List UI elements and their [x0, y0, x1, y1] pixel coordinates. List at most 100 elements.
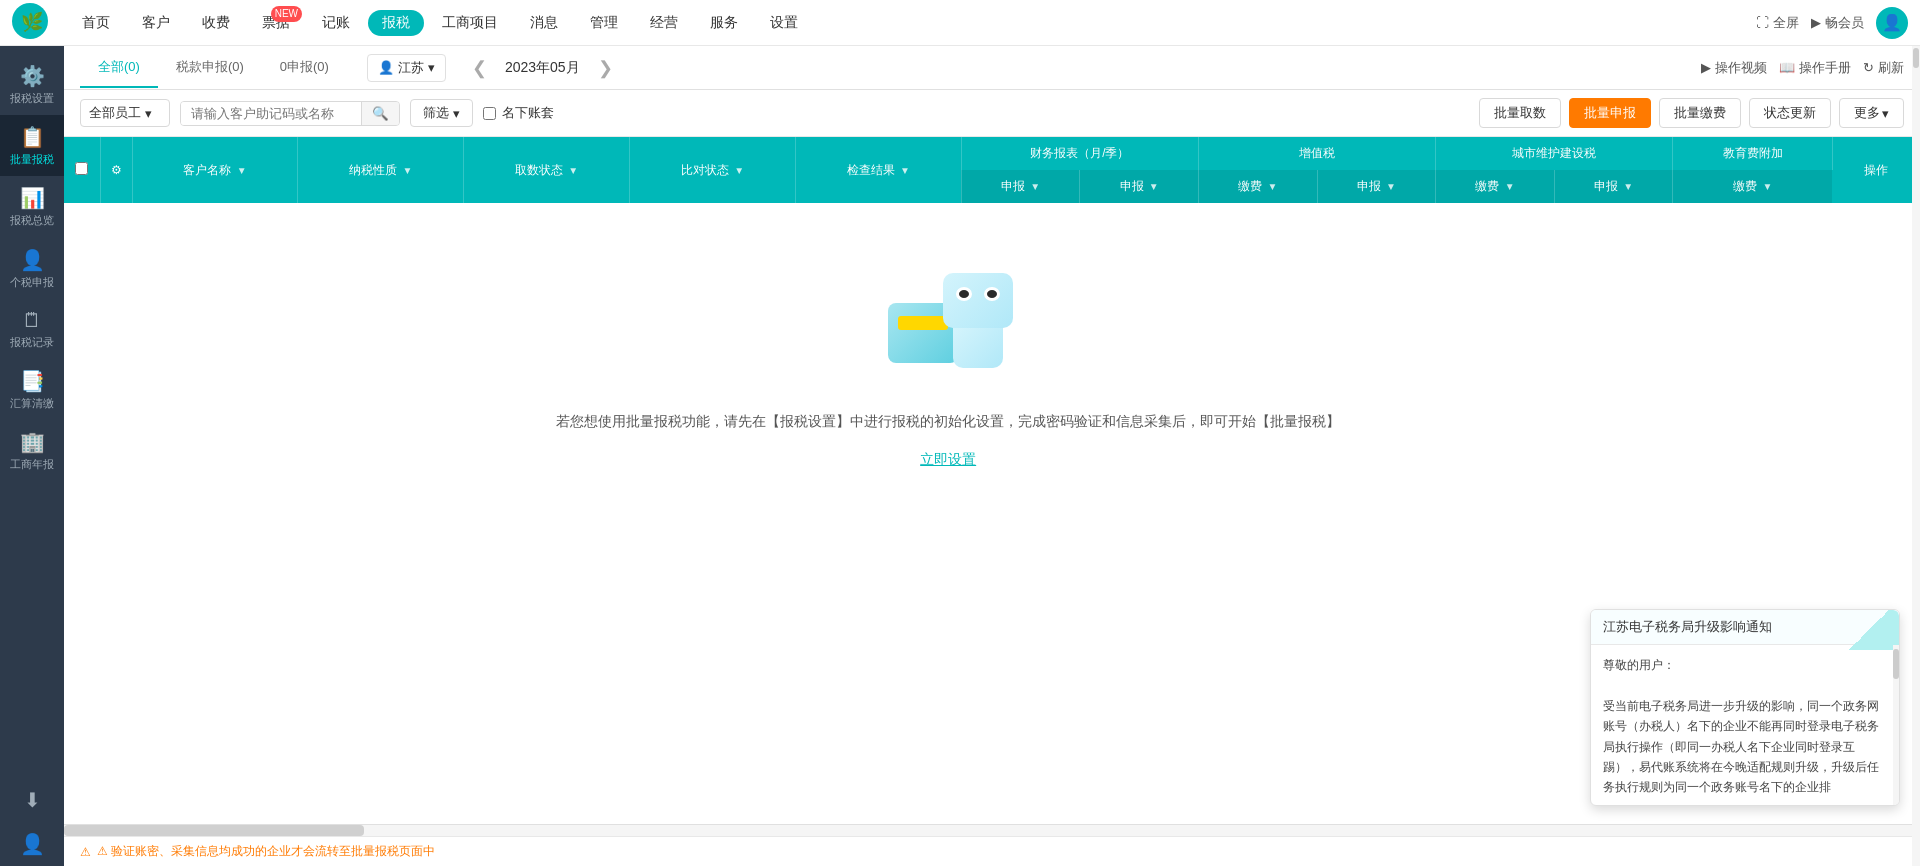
th-edu-declare: 申报 ▼ [1554, 170, 1673, 203]
fullscreen-button[interactable]: ⛶ 全屏 [1756, 14, 1799, 32]
horizontal-scrollbar[interactable] [64, 824, 1920, 836]
batch-declare-button[interactable]: 批量申报 [1569, 98, 1651, 128]
sidebar-item-batch-tax[interactable]: 📋 批量报税 [0, 115, 64, 176]
search-wrapper: 🔍 [180, 101, 400, 126]
nav-manage[interactable]: 管理 [576, 10, 632, 36]
th-fetch-status: 取数状态 ▼ [464, 137, 630, 203]
th-vat-pay: 缴费 ▼ [1198, 170, 1317, 203]
month-prev-arrow[interactable]: ❮ [466, 55, 493, 81]
th-settings: ⚙ [100, 137, 132, 203]
select-all-checkbox[interactable] [75, 162, 88, 175]
search-input[interactable] [181, 102, 361, 125]
operation-video-btn[interactable]: ▶ 操作视频 [1701, 59, 1767, 77]
book-icon: 📖 [1779, 60, 1795, 75]
nav-home[interactable]: 首页 [68, 10, 124, 36]
nav-customer[interactable]: 客户 [128, 10, 184, 36]
sort-icon: ▼ [1763, 181, 1773, 192]
sidebar-item-user[interactable]: 👤 [16, 822, 49, 866]
bottom-notification: ⚠ ⚠ 验证账密、采集信息均成功的企业才会流转至批量报税页面中 [64, 836, 1920, 866]
th-compare-status: 比对状态 ▼ [630, 137, 796, 203]
chevron-down-icon: ▾ [428, 60, 435, 75]
member-icon: ▶ [1811, 15, 1821, 30]
avatar[interactable]: 👤 [1876, 7, 1908, 39]
nav-bookkeeping[interactable]: 记账 [308, 10, 364, 36]
sort-icon: ▼ [568, 165, 578, 176]
sidebar-item-download[interactable]: ⬇ [16, 778, 49, 822]
th-fr-declare: 申报 ▼ [961, 170, 1080, 203]
toolbar: 全部员工 ▾ 🔍 筛选 ▾ 名下账套 批量取数 批量申报 批量缴费 状态更新 [64, 90, 1920, 137]
nav-fee[interactable]: 收费 [188, 10, 244, 36]
nav-operation[interactable]: 经营 [636, 10, 692, 36]
search-button[interactable]: 🔍 [361, 102, 399, 125]
user-icon: 👤 [20, 832, 45, 856]
notification-text: 尊敬的用户： 受当前电子税务局进一步升级的影响，同一个政务网账号（办税人）名下的… [1603, 655, 1881, 798]
status-update-button[interactable]: 状态更新 [1749, 98, 1831, 128]
nav-tax[interactable]: 报税 [368, 10, 424, 36]
tab-right-actions: ▶ 操作视频 📖 操作手册 ↻ 刷新 [1701, 59, 1904, 77]
th-operation: 操作 [1832, 137, 1920, 203]
nav-service[interactable]: 服务 [696, 10, 752, 36]
th-education-tax: 教育费附加 [1673, 137, 1832, 170]
batch-tax-icon: 📋 [20, 125, 45, 149]
sidebar-item-tax-records[interactable]: 🗒 报税记录 [0, 299, 64, 359]
batch-fetch-button[interactable]: 批量取数 [1479, 98, 1561, 128]
right-scroll-thumb [1913, 48, 1919, 68]
region-selector[interactable]: 👤 江苏 ▾ [367, 54, 446, 82]
batch-pay-button[interactable]: 批量缴费 [1659, 98, 1741, 128]
nav-business[interactable]: 工商项目 [428, 10, 512, 36]
th-customer-name: 客户名称 ▼ [132, 137, 298, 203]
filter-button[interactable]: 筛选 ▾ [410, 99, 473, 127]
month-next-arrow[interactable]: ❯ [592, 55, 619, 81]
notification-body: 尊敬的用户： 受当前电子税务局进一步升级的影响，同一个政务网账号（办税人）名下的… [1591, 645, 1893, 805]
sidebar-item-annual-report[interactable]: 🏢 工商年报 [0, 420, 64, 481]
nav-settings[interactable]: 设置 [756, 10, 812, 36]
member-button[interactable]: ▶ 畅会员 [1811, 14, 1864, 32]
tax-overview-icon: 📊 [20, 186, 45, 210]
new-badge: NEW [271, 6, 302, 22]
sort-icon: ▼ [1030, 181, 1040, 192]
nav-invoice[interactable]: 票据 NEW [248, 10, 304, 36]
settings-icon[interactable]: ⚙ [111, 163, 122, 177]
video-icon: ▶ [1701, 60, 1711, 75]
empty-hint-text: 若您想使用批量报税功能，请先在【报税设置】中进行报税的初始化设置，完成密码验证和… [556, 413, 1340, 431]
empty-state: 若您想使用批量报税功能，请先在【报税设置】中进行报税的初始化设置，完成密码验证和… [64, 203, 1832, 529]
corner-decoration [1839, 610, 1899, 650]
refresh-btn[interactable]: ↻ 刷新 [1863, 59, 1904, 77]
svg-text:🌿: 🌿 [21, 11, 44, 33]
right-scrollbar[interactable] [1912, 46, 1920, 866]
top-navigation: 🌿 首页 客户 收费 票据 NEW 记账 报税 工商项目 消息 管理 经营 服务… [0, 0, 1920, 46]
th-tax-nature: 纳税性质 ▼ [298, 137, 464, 203]
tab-tax-declare[interactable]: 税款申报(0) [158, 48, 262, 88]
chevron-down-icon: ▾ [453, 106, 460, 121]
sort-icon: ▼ [1149, 181, 1159, 192]
account-checkbox-label[interactable]: 名下账套 [483, 104, 554, 122]
operation-manual-btn[interactable]: 📖 操作手册 [1779, 59, 1851, 77]
tab-all[interactable]: 全部(0) [80, 48, 158, 88]
sort-icon: ▼ [237, 165, 247, 176]
region-icon: 👤 [378, 60, 394, 75]
sidebar-item-tax-settings[interactable]: ⚙️ 报税设置 [0, 54, 64, 115]
account-checkbox[interactable] [483, 107, 496, 120]
th-financial-report: 财务报表（月/季） [961, 137, 1198, 170]
tab-bar: 全部(0) 税款申报(0) 0申报(0) 👤 江苏 ▾ ❮ 2023年05月 ❯… [64, 46, 1920, 90]
th-checkbox [64, 137, 100, 203]
notification-scroll-thumb [1893, 649, 1899, 679]
employee-select-label: 全部员工 [89, 104, 141, 122]
scrollbar-thumb[interactable] [64, 825, 364, 836]
more-button[interactable]: 更多 ▾ [1839, 98, 1904, 128]
tax-records-icon: 🗒 [22, 309, 42, 332]
employee-select[interactable]: 全部员工 ▾ [80, 99, 170, 127]
tab-zero-declare[interactable]: 0申报(0) [262, 48, 347, 88]
robot-illustration [868, 263, 1028, 393]
notification-scrollbar[interactable] [1893, 645, 1899, 805]
sort-icon: ▼ [900, 165, 910, 176]
sidebar-item-tax-overview[interactable]: 📊 报税总览 [0, 176, 64, 237]
warning-icon: ⚠ [80, 845, 91, 859]
refresh-icon: ↻ [1863, 60, 1874, 75]
nav-message[interactable]: 消息 [516, 10, 572, 36]
sort-icon: ▼ [1623, 181, 1633, 192]
nav-menu: 首页 客户 收费 票据 NEW 记账 报税 工商项目 消息 管理 经营 服务 设… [68, 10, 1756, 36]
sidebar-item-personal-tax[interactable]: 👤 个税申报 [0, 238, 64, 299]
setup-link[interactable]: 立即设置 [920, 451, 976, 469]
sidebar-item-annual-settlement[interactable]: 📑 汇算清缴 [0, 359, 64, 420]
